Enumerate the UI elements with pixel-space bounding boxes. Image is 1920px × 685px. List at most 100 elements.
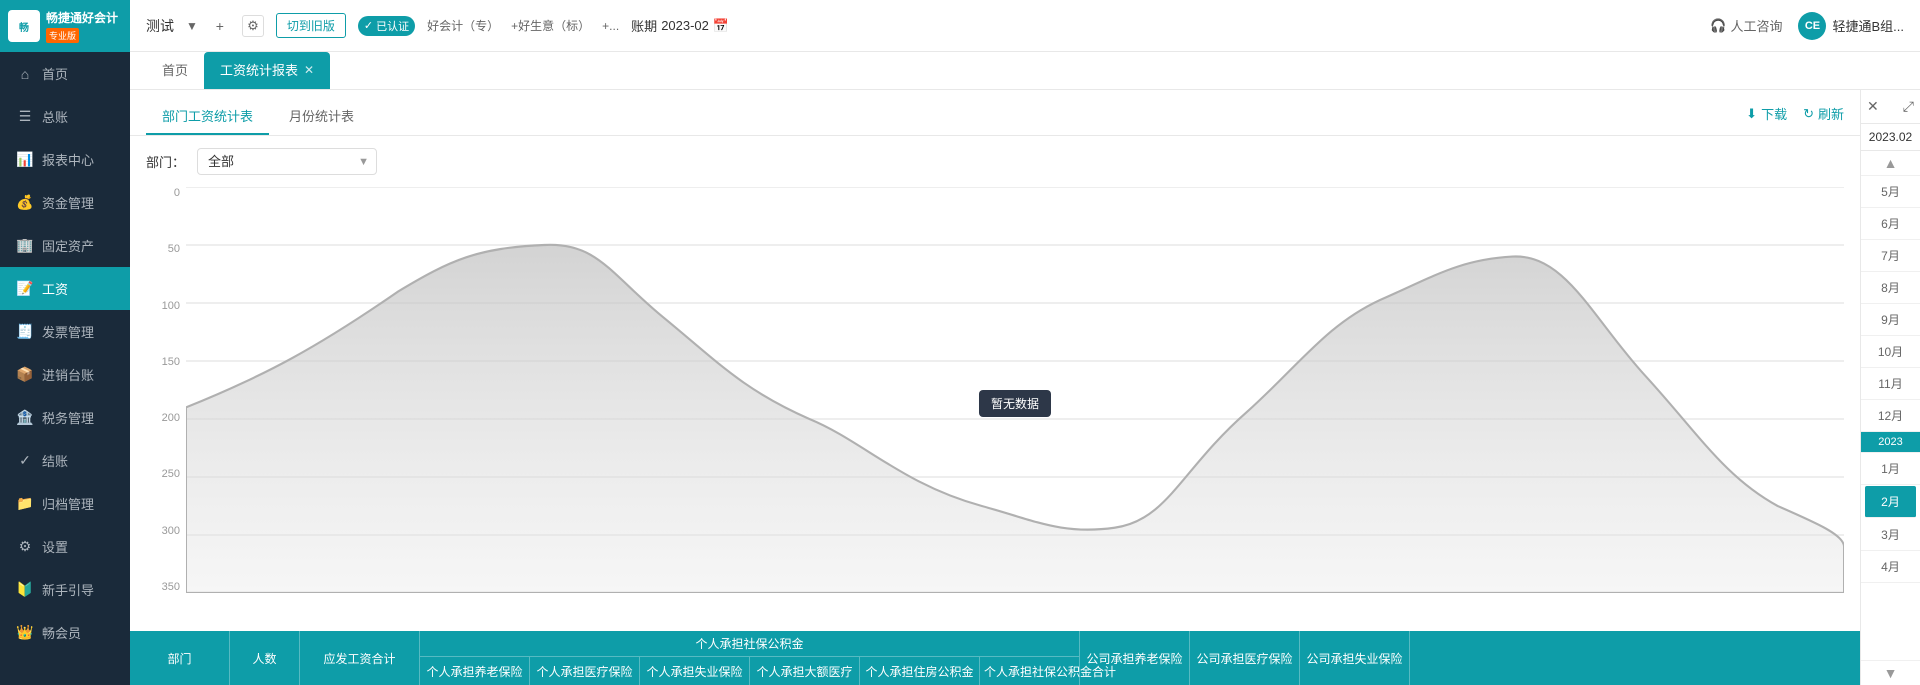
sidebar-logo: 畅 畅捷通好会计 专业版 bbox=[0, 0, 130, 52]
y-label-0: 350 bbox=[146, 581, 186, 593]
company-name: 测试 bbox=[146, 16, 174, 36]
subtab-dept[interactable]: 部门工资统计表 bbox=[146, 100, 269, 135]
refresh-icon: ↻ bbox=[1803, 106, 1814, 122]
month-item-12[interactable]: 12月 bbox=[1861, 400, 1920, 432]
reports-icon: 📊 bbox=[16, 151, 34, 168]
th-group-social: 个人承担社保公积金 个人承担养老保险 个人承担医疗保险 个人承担失业保险 个人承… bbox=[420, 631, 1080, 685]
content-area: 部门工资统计表 月份统计表 ⬇ 下载 ↻ 刷新 bbox=[130, 90, 1920, 685]
right-panel-header: ✕ ⤢ bbox=[1861, 90, 1920, 124]
th-company-unemployment: 公司承担失业保险 bbox=[1300, 631, 1410, 685]
th-group-label: 个人承担社保公积金 bbox=[420, 631, 1079, 657]
settings-icon: ⚙ bbox=[16, 538, 34, 555]
th-pension: 个人承担养老保险 bbox=[420, 657, 530, 685]
month-item-6[interactable]: 6月 bbox=[1861, 208, 1920, 240]
sidebar-item-label: 工资 bbox=[42, 279, 68, 298]
month-item-7[interactable]: 7月 bbox=[1861, 240, 1920, 272]
y-label-6: 50 bbox=[146, 243, 186, 255]
y-label-5: 100 bbox=[146, 300, 186, 312]
subtab-monthly[interactable]: 月份统计表 bbox=[273, 100, 370, 135]
funds-icon: 💰 bbox=[16, 194, 34, 211]
month-item-9[interactable]: 9月 bbox=[1861, 304, 1920, 336]
gear-button[interactable]: ⚙ bbox=[242, 15, 264, 37]
th-company-medical: 公司承担医疗保险 bbox=[1190, 631, 1300, 685]
download-btn[interactable]: ⬇ 下载 bbox=[1746, 104, 1787, 123]
month-item-4[interactable]: 4月 bbox=[1861, 551, 1920, 583]
chevron-down-icon[interactable]: ▼ bbox=[1884, 665, 1898, 681]
sidebar-item-funds[interactable]: 💰 资金管理 bbox=[0, 181, 130, 224]
th-medical: 个人承担医疗保险 bbox=[530, 657, 640, 685]
chart-svg-container: 暂无数据 bbox=[186, 187, 1844, 593]
sidebar-item-label: 畅会员 bbox=[42, 623, 81, 642]
sidebar: 畅 畅捷通好会计 专业版 ⌂ 首页 ☰ 总账 📊 报表中心 💰 资金管理 🏢 固… bbox=[0, 0, 130, 685]
add-button[interactable]: + bbox=[210, 16, 230, 36]
tag-good-acct: 好会计（专） bbox=[427, 17, 499, 34]
ledger-icon: ☰ bbox=[16, 108, 34, 125]
month-item-5[interactable]: 5月 bbox=[1861, 176, 1920, 208]
sidebar-item-guide[interactable]: 🔰 新手引导 bbox=[0, 568, 130, 611]
headset-icon: 🎧 bbox=[1710, 18, 1726, 34]
calendar-icon[interactable]: 📅 bbox=[713, 18, 729, 34]
tax-icon: 🏦 bbox=[16, 409, 34, 426]
month-item-10[interactable]: 10月 bbox=[1861, 336, 1920, 368]
status-badge: ✓ 已认证 bbox=[358, 16, 415, 36]
th-dept: 部门 bbox=[130, 631, 230, 685]
help-btn[interactable]: 🎧 人工咨询 bbox=[1710, 16, 1782, 35]
topbar-right: 🎧 人工咨询 CE 轻捷通B组... bbox=[1710, 12, 1904, 40]
sidebar-item-salary[interactable]: 📝 工资 bbox=[0, 267, 130, 310]
month-item-2-active[interactable]: 2月 bbox=[1865, 486, 1916, 518]
sidebar-item-purchase[interactable]: 📦 进销台账 bbox=[0, 353, 130, 396]
month-item-8[interactable]: 8月 bbox=[1861, 272, 1920, 304]
y-label-2: 250 bbox=[146, 468, 186, 480]
dept-label: 部门： bbox=[146, 152, 185, 171]
sidebar-item-label: 首页 bbox=[42, 64, 68, 83]
tab-home[interactable]: 首页 bbox=[146, 52, 204, 89]
th-major-medical: 个人承担大额医疗 bbox=[750, 657, 860, 685]
chart-wrapper: 350 300 250 200 150 100 50 0 bbox=[130, 187, 1860, 631]
sidebar-item-reports[interactable]: 📊 报表中心 bbox=[0, 138, 130, 181]
chevron-up-icon[interactable]: ▲ bbox=[1884, 155, 1898, 171]
sidebar-item-home[interactable]: ⌂ 首页 bbox=[0, 52, 130, 95]
sidebar-item-label: 税务管理 bbox=[42, 408, 94, 427]
close-icon[interactable]: ✕ bbox=[1867, 98, 1879, 115]
month-item-1[interactable]: 1月 bbox=[1861, 453, 1920, 485]
dept-select[interactable]: 全部 财务部 行政部 销售部 技术部 bbox=[197, 148, 377, 175]
table-header: 部门 人数 应发工资合计 个人承担社保公积金 个人承担养老保险 bbox=[130, 631, 1860, 685]
switch-old-btn[interactable]: 切到旧版 bbox=[276, 13, 346, 38]
th-unemployment: 个人承担失业保险 bbox=[640, 657, 750, 685]
company-dropdown-arrow[interactable]: ▼ bbox=[186, 19, 198, 33]
sidebar-item-closing[interactable]: ✓ 结账 bbox=[0, 439, 130, 482]
sidebar-item-tax[interactable]: 🏦 税务管理 bbox=[0, 396, 130, 439]
expand-icon[interactable]: ⤢ bbox=[1903, 98, 1914, 115]
period-label: 账期 2023-02 📅 bbox=[631, 16, 729, 35]
tab-close-icon[interactable]: ✕ bbox=[304, 63, 314, 77]
sidebar-item-invoice[interactable]: 🧾 发票管理 bbox=[0, 310, 130, 353]
toolbar: 部门： 全部 财务部 行政部 销售部 技术部 ▼ bbox=[130, 136, 1860, 187]
right-panel: ✕ ⤢ 2023.02 ▲ 5月 6月 7月 8月 9月 10月 11月 12月… bbox=[1860, 90, 1920, 685]
tab-salary-report[interactable]: 工资统计报表 ✕ bbox=[204, 52, 330, 89]
sidebar-item-settings[interactable]: ⚙ 设置 bbox=[0, 525, 130, 568]
topbar: 测试 ▼ + ⚙ 切到旧版 ✓ 已认证 好会计（专） +好生意（标） +... … bbox=[130, 0, 1920, 52]
sidebar-item-assets[interactable]: 🏢 固定资产 bbox=[0, 224, 130, 267]
sidebar-item-member[interactable]: 👑 畅会员 bbox=[0, 611, 130, 654]
sidebar-item-label: 报表中心 bbox=[42, 150, 94, 169]
month-item-3[interactable]: 3月 bbox=[1861, 519, 1920, 551]
logo-title: 畅捷通好会计 bbox=[46, 9, 118, 26]
y-label-3: 200 bbox=[146, 412, 186, 424]
tabbar: 首页 工资统计报表 ✕ bbox=[130, 52, 1920, 90]
main-area: 测试 ▼ + ⚙ 切到旧版 ✓ 已认证 好会计（专） +好生意（标） +... … bbox=[130, 0, 1920, 685]
tag-more: +... bbox=[602, 19, 619, 33]
refresh-btn[interactable]: ↻ 刷新 bbox=[1803, 104, 1844, 123]
sidebar-item-ledger[interactable]: ☰ 总账 bbox=[0, 95, 130, 138]
sidebar-item-label: 发票管理 bbox=[42, 322, 94, 341]
sidebar-item-label: 进销台账 bbox=[42, 365, 94, 384]
year-display: 2023.02 bbox=[1861, 124, 1920, 151]
sidebar-item-label: 归档管理 bbox=[42, 494, 94, 513]
logo-icon: 畅 bbox=[8, 10, 40, 42]
sidebar-item-label: 设置 bbox=[42, 537, 68, 556]
th-count: 人数 bbox=[230, 631, 300, 685]
sidebar-item-label: 固定资产 bbox=[42, 236, 94, 255]
status-text: 已认证 bbox=[376, 18, 409, 34]
month-item-11[interactable]: 11月 bbox=[1861, 368, 1920, 400]
sidebar-item-archive[interactable]: 📁 归档管理 bbox=[0, 482, 130, 525]
sidebar-item-label: 新手引导 bbox=[42, 580, 94, 599]
